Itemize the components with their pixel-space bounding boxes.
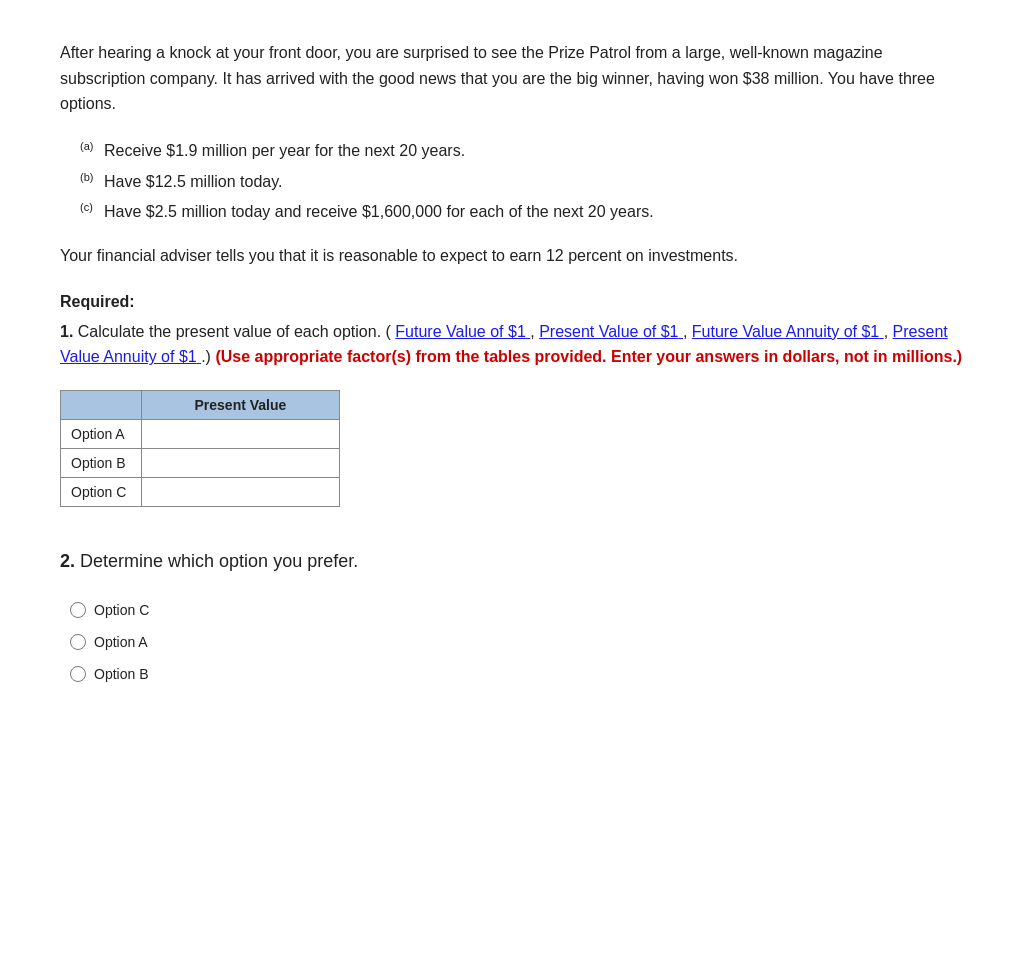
q1-text: Calculate the present value of each opti… — [78, 323, 391, 340]
option-b-sup: (b) — [80, 168, 100, 188]
option-b-text: Have $12.5 million today. — [104, 168, 282, 197]
option-a-text: Receive $1.9 million per year for the ne… — [104, 137, 465, 166]
radio-group: Option C Option A Option B — [70, 596, 964, 688]
q2-number: 2. — [60, 551, 75, 571]
table-cell-label: Option C — [61, 477, 142, 506]
present-value-table: Present Value Option AOption BOption C — [60, 390, 340, 507]
option-a-item: (a) Receive $1.9 million per year for th… — [80, 137, 964, 166]
q1-bold-instruction: (Use appropriate factor(s) from the tabl… — [215, 348, 962, 365]
table-row: Option C — [61, 477, 340, 506]
table-row: Option B — [61, 448, 340, 477]
radio-label-opt-a[interactable]: Option A — [94, 628, 148, 656]
option-c-text: Have $2.5 million today and receive $1,6… — [104, 198, 654, 227]
pv-input-option-a[interactable] — [152, 426, 329, 442]
required-section: Required: 1. Calculate the present value… — [60, 293, 964, 370]
table-cell-label: Option A — [61, 419, 142, 448]
question-1: 1. Calculate the present value of each o… — [60, 319, 964, 370]
options-list: (a) Receive $1.9 million per year for th… — [80, 137, 964, 227]
adviser-text: Your financial adviser tells you that it… — [60, 243, 964, 269]
table-cell-value[interactable] — [141, 419, 339, 448]
table-cell-value[interactable] — [141, 477, 339, 506]
option-a-sup: (a) — [80, 137, 100, 157]
option-c-item: (c) Have $2.5 million today and receive … — [80, 198, 964, 227]
present-value-table-container: Present Value Option AOption BOption C — [60, 390, 964, 507]
link-pv-dollar[interactable]: Present Value of $1 — [539, 323, 683, 340]
radio-label-opt-b[interactable]: Option B — [94, 660, 148, 688]
radio-opt-a[interactable] — [70, 634, 86, 650]
radio-item-opt-c: Option C — [70, 596, 964, 624]
radio-opt-c[interactable] — [70, 602, 86, 618]
option-b-item: (b) Have $12.5 million today. — [80, 168, 964, 197]
radio-item-opt-b: Option B — [70, 660, 964, 688]
q2-text: Determine which option you prefer. — [80, 551, 358, 571]
link-fva-dollar[interactable]: Future Value Annuity of $1 — [692, 323, 884, 340]
option-c-sup: (c) — [80, 198, 100, 218]
link-fv-dollar[interactable]: Future Value of $1 — [395, 323, 530, 340]
radio-opt-b[interactable] — [70, 666, 86, 682]
table-row: Option A — [61, 419, 340, 448]
pv-input-option-b[interactable] — [152, 455, 329, 471]
pv-input-option-c[interactable] — [152, 484, 329, 500]
question-2: 2. Determine which option you prefer. — [60, 547, 964, 576]
table-cell-label: Option B — [61, 448, 142, 477]
table-cell-value[interactable] — [141, 448, 339, 477]
required-label: Required: — [60, 293, 964, 311]
table-label-header — [61, 390, 142, 419]
intro-paragraph: After hearing a knock at your front door… — [60, 40, 964, 117]
radio-item-opt-a: Option A — [70, 628, 964, 656]
table-pv-header: Present Value — [141, 390, 339, 419]
radio-label-opt-c[interactable]: Option C — [94, 596, 149, 624]
q1-number: 1. — [60, 323, 73, 340]
